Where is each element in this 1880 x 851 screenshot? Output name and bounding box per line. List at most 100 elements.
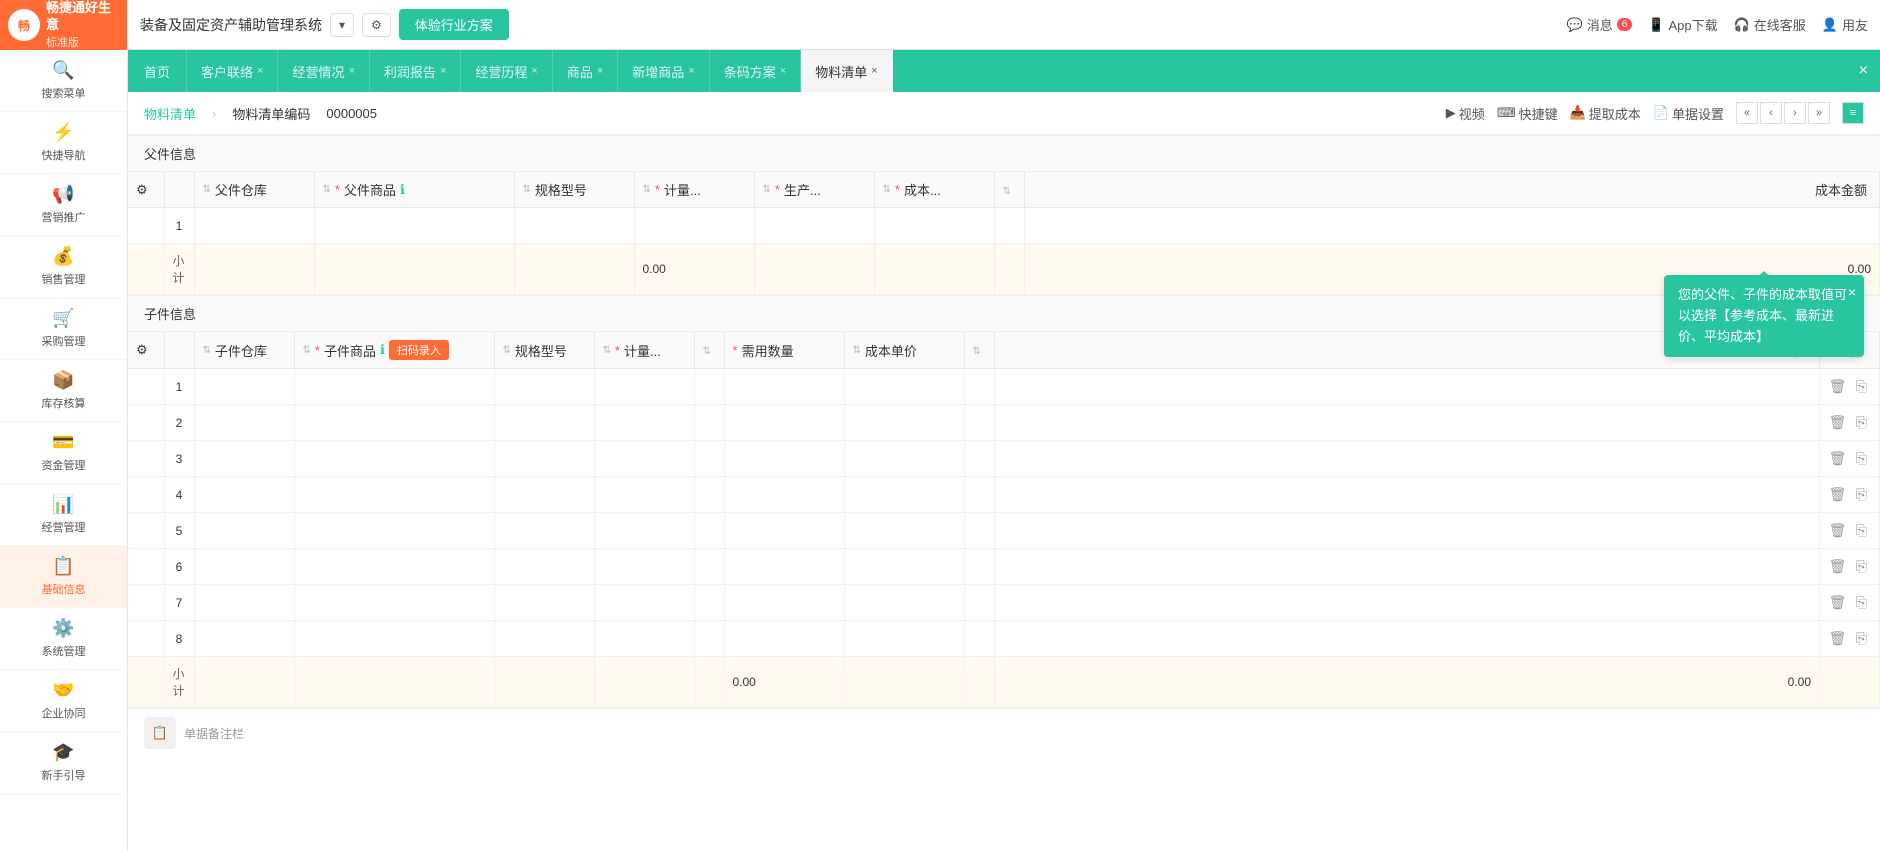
user-btn[interactable]: 👤 用友 bbox=[1822, 15, 1868, 34]
delete-icon[interactable]: 🗑 bbox=[1829, 378, 1847, 396]
child-row-product[interactable] bbox=[294, 549, 494, 585]
message-btn[interactable]: 💬 消息 6 bbox=[1567, 15, 1633, 34]
child-row-quantity[interactable] bbox=[724, 585, 844, 621]
parent-th-warehouse[interactable]: ⇅ 父件仓库 bbox=[194, 172, 314, 208]
child-sort-product[interactable]: ⇅ bbox=[303, 345, 311, 356]
tab-barcode[interactable]: 条码方案 × bbox=[710, 50, 801, 92]
view-action[interactable]: ▶ 视频 bbox=[1446, 104, 1485, 123]
scan-input-btn[interactable]: 扫码录入 bbox=[389, 340, 449, 360]
child-row-spec[interactable] bbox=[494, 405, 594, 441]
next-last-btn[interactable]: » bbox=[1808, 102, 1830, 124]
sidebar-item-purchase[interactable]: 🛒 采购管理 bbox=[0, 298, 127, 360]
child-th-product[interactable]: ⇅ * 子件商品 ℹ 扫码录入 bbox=[294, 332, 494, 369]
child-sort-warehouse[interactable]: ⇅ bbox=[203, 345, 211, 356]
child-row-product[interactable] bbox=[294, 513, 494, 549]
child-th-unit-cost[interactable]: ⇅ 成本单价 bbox=[844, 332, 964, 369]
child-row-quantity[interactable] bbox=[724, 441, 844, 477]
child-row-unit-cost[interactable] bbox=[844, 549, 964, 585]
child-row-quantity[interactable] bbox=[724, 369, 844, 405]
child-row-spec[interactable] bbox=[494, 621, 594, 657]
child-row-spec[interactable] bbox=[494, 477, 594, 513]
child-row-quantity[interactable] bbox=[724, 513, 844, 549]
child-row-warehouse[interactable] bbox=[194, 585, 294, 621]
tab-bom[interactable]: 物料清单 × bbox=[801, 50, 892, 92]
copy-icon[interactable]: ⎘ bbox=[1853, 558, 1871, 576]
child-row-warehouse[interactable] bbox=[194, 369, 294, 405]
child-th-warehouse[interactable]: ⇅ 子件仓库 bbox=[194, 332, 294, 369]
child-row-quantity[interactable] bbox=[724, 405, 844, 441]
sidebar-item-inventory[interactable]: 📦 库存核算 bbox=[0, 360, 127, 422]
prev-btn[interactable]: ‹ bbox=[1760, 102, 1782, 124]
child-row-unit-cost[interactable] bbox=[844, 585, 964, 621]
child-row-unit[interactable] bbox=[594, 585, 694, 621]
child-row-product[interactable] bbox=[294, 585, 494, 621]
tab-goods-close[interactable]: × bbox=[597, 65, 603, 77]
delete-icon[interactable]: 🗑 bbox=[1829, 522, 1847, 540]
tab-customer-close[interactable]: × bbox=[257, 65, 263, 77]
child-row-spec[interactable] bbox=[494, 585, 594, 621]
next-btn[interactable]: › bbox=[1784, 102, 1806, 124]
shortcut-action[interactable]: ⌨ 快捷键 bbox=[1497, 104, 1558, 123]
parent-th-spec[interactable]: ⇅ 规格型号 bbox=[514, 172, 634, 208]
sidebar-item-finance[interactable]: 💳 资金管理 bbox=[0, 422, 127, 484]
sidebar-item-quicknav[interactable]: ⚡ 快捷导航 bbox=[0, 112, 127, 174]
online-service-btn[interactable]: 🎧 在线客服 bbox=[1734, 15, 1806, 34]
parent-row-production[interactable] bbox=[754, 208, 874, 244]
tooltip-close-btn[interactable]: × bbox=[1848, 281, 1856, 303]
child-row-warehouse[interactable] bbox=[194, 549, 294, 585]
parent-th-cost[interactable]: ⇅ * 成本... bbox=[874, 172, 994, 208]
experience-btn[interactable]: 体验行业方案 bbox=[399, 9, 509, 40]
tab-profit-close[interactable]: × bbox=[440, 65, 446, 77]
child-row-warehouse[interactable] bbox=[194, 513, 294, 549]
sidebar-item-enterprise[interactable]: 🤝 企业协同 bbox=[0, 670, 127, 732]
grid-view-btn[interactable]: ≡ bbox=[1842, 102, 1864, 124]
child-sort2-icon[interactable]: ⇅ bbox=[973, 346, 981, 357]
parent-th-settings[interactable]: ⚙ bbox=[128, 172, 164, 208]
tab-profit[interactable]: 利润报告 × bbox=[370, 50, 461, 92]
prev-first-btn[interactable]: « bbox=[1736, 102, 1758, 124]
tab-history[interactable]: 经营历程 × bbox=[461, 50, 552, 92]
child-row-unit-cost[interactable] bbox=[844, 621, 964, 657]
child-row-spec[interactable] bbox=[494, 441, 594, 477]
tab-customer[interactable]: 客户联络 × bbox=[187, 50, 278, 92]
child-row-unit-cost[interactable] bbox=[844, 405, 964, 441]
tab-barcode-close[interactable]: × bbox=[780, 65, 786, 77]
child-sort-spec[interactable]: ⇅ bbox=[503, 345, 511, 356]
child-row-warehouse[interactable] bbox=[194, 405, 294, 441]
tab-goods[interactable]: 商品 × bbox=[553, 50, 618, 92]
child-th-spec[interactable]: ⇅ 规格型号 bbox=[494, 332, 594, 369]
dropdown-btn[interactable]: ▾ bbox=[330, 13, 354, 37]
close-all-tabs-btn[interactable]: × bbox=[1847, 62, 1880, 80]
parent-th-unit[interactable]: ⇅ * 计量... bbox=[634, 172, 754, 208]
tab-history-close[interactable]: × bbox=[531, 65, 537, 77]
child-row-quantity[interactable] bbox=[724, 477, 844, 513]
child-row-unit-cost[interactable] bbox=[844, 513, 964, 549]
child-row-product[interactable] bbox=[294, 441, 494, 477]
delete-icon[interactable]: 🗑 bbox=[1829, 630, 1847, 648]
copy-icon[interactable]: ⎘ bbox=[1853, 630, 1871, 648]
parent-sort-arrows[interactable]: ⇅ bbox=[1003, 186, 1011, 197]
parent-th-product[interactable]: ⇅ * 父件商品 ℹ bbox=[314, 172, 514, 208]
sort-icon-production[interactable]: ⇅ bbox=[763, 184, 771, 195]
delete-icon[interactable]: 🗑 bbox=[1829, 414, 1847, 432]
sidebar-item-basic-info[interactable]: 📋 基础信息 bbox=[0, 546, 127, 608]
parent-row-spec[interactable] bbox=[514, 208, 634, 244]
child-row-product[interactable] bbox=[294, 405, 494, 441]
sort-icon-cost[interactable]: ⇅ bbox=[883, 184, 891, 195]
parent-row-product[interactable] bbox=[314, 208, 514, 244]
sidebar-item-marketing[interactable]: 📢 营销推广 bbox=[0, 174, 127, 236]
copy-icon[interactable]: ⎘ bbox=[1853, 486, 1871, 504]
copy-icon[interactable]: ⎘ bbox=[1853, 522, 1871, 540]
single-settings-action[interactable]: 📄 单据设置 bbox=[1653, 104, 1724, 123]
child-row-unit[interactable] bbox=[594, 549, 694, 585]
tab-new-goods[interactable]: 新增商品 × bbox=[618, 50, 709, 92]
parent-row-warehouse[interactable] bbox=[194, 208, 314, 244]
child-row-spec[interactable] bbox=[494, 513, 594, 549]
bottom-doc-icon[interactable]: 📋 bbox=[144, 717, 176, 749]
child-th-quantity[interactable]: * 需用数量 bbox=[724, 332, 844, 369]
copy-icon[interactable]: ⎘ bbox=[1853, 450, 1871, 468]
sidebar-item-sales[interactable]: 💰 销售管理 bbox=[0, 236, 127, 298]
sort-icon-spec[interactable]: ⇅ bbox=[523, 184, 531, 195]
delete-icon[interactable]: 🗑 bbox=[1829, 450, 1847, 468]
child-row-unit[interactable] bbox=[594, 621, 694, 657]
